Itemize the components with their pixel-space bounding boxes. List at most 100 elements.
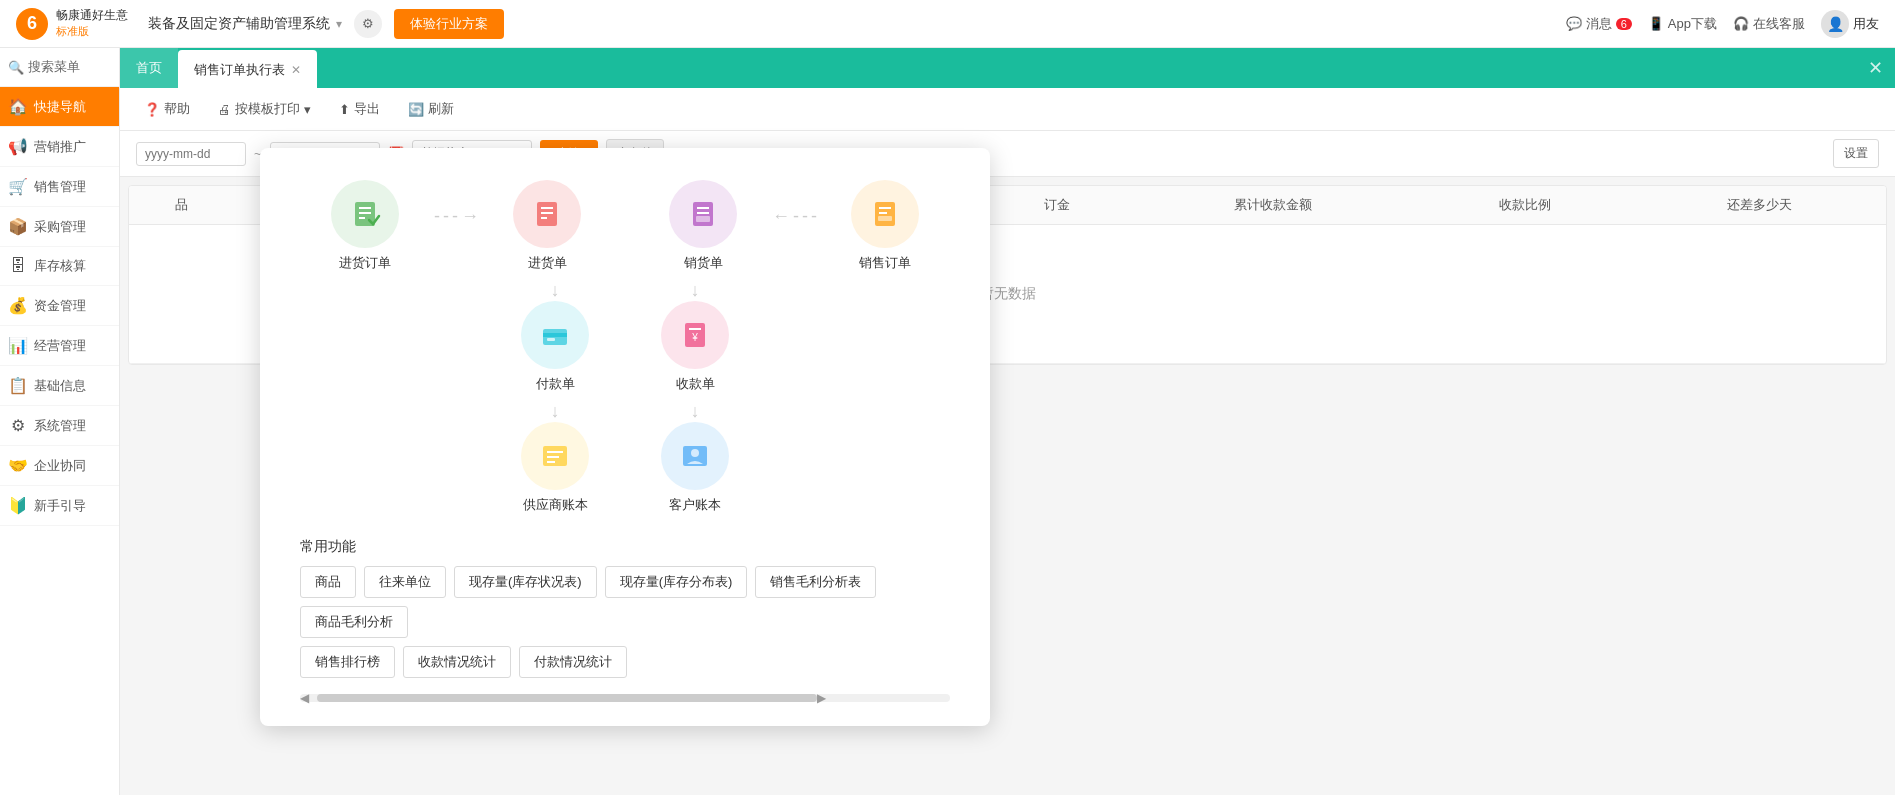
marketing-icon: 📢 — [8, 137, 28, 156]
scroll-left-icon[interactable]: ◀ — [300, 691, 309, 705]
arrow-h-2: ← - - - — [772, 206, 816, 247]
sidebar-item-system[interactable]: ⚙ 系统管理 — [0, 406, 119, 446]
sidebar-item-inventory[interactable]: 🗄 库存核算 — [0, 247, 119, 286]
sidebar-item-basic[interactable]: 📋 基础信息 — [0, 366, 119, 406]
system-name: 装备及固定资产辅助管理系统 ▾ — [148, 15, 342, 33]
sidebar-item-marketing[interactable]: 📢 营销推广 — [0, 127, 119, 167]
scroll-right-icon[interactable]: ▶ — [817, 691, 826, 705]
trial-button[interactable]: 体验行业方案 — [394, 9, 504, 39]
top-bar: 6 畅康通好生意 标准版 装备及固定资产辅助管理系统 ▾ ⚙ 体验行业方案 💬 … — [0, 0, 1895, 48]
func-btn-stock-status[interactable]: 现存量(库存状况表) — [454, 566, 597, 598]
enterprise-icon: 🤝 — [8, 456, 28, 475]
svg-rect-15 — [878, 216, 892, 221]
sidebar-item-quick-nav[interactable]: 🏠 快捷导航 — [0, 87, 119, 127]
workflow-row-5: 供应商账本 — [300, 422, 950, 514]
workflow-diagram: 进货订单 - - - → — [300, 180, 950, 522]
wf-node-sales-order[interactable]: 销售订单 — [820, 180, 950, 272]
app-container: 6 畅康通好生意 标准版 装备及固定资产辅助管理系统 ▾ ⚙ 体验行业方案 💬 … — [0, 0, 1895, 795]
func-btn-partners[interactable]: 往来单位 — [364, 566, 446, 598]
arrow-down-purchase: ↓ — [490, 280, 620, 301]
svg-point-27 — [691, 449, 699, 457]
sales-bill-label: 销货单 — [684, 254, 723, 272]
wf-node-supplier-account[interactable]: 供应商账本 — [490, 422, 620, 514]
payment-icon — [521, 301, 589, 369]
sidebar-item-enterprise[interactable]: 🤝 企业协同 — [0, 446, 119, 486]
sidebar-item-operations[interactable]: 📊 经营管理 — [0, 326, 119, 366]
guide-icon: 🔰 — [8, 496, 28, 515]
sidebar-item-purchase[interactable]: 📦 采购管理 — [0, 207, 119, 247]
download-icon: 📱 — [1648, 16, 1664, 31]
arrow-down-payment: ↓ — [490, 401, 620, 422]
wf-node-payment[interactable]: 付款单 — [490, 301, 620, 393]
system-icon: ⚙ — [8, 416, 28, 435]
supplier-account-label: 供应商账本 — [523, 496, 588, 514]
user-name: 用友 — [1853, 15, 1879, 33]
sidebar-search[interactable]: 🔍 搜索菜单 — [0, 48, 119, 87]
wf-node-purchase-bill[interactable]: 进货单 — [482, 180, 612, 272]
avatar: 👤 — [1821, 10, 1849, 38]
tab-close-icon[interactable]: ✕ — [291, 63, 301, 77]
operations-icon: 📊 — [8, 336, 28, 355]
brand-name: 畅康通好生意 — [56, 8, 128, 24]
func-btn-goods-profit[interactable]: 商品毛利分析 — [300, 606, 408, 638]
workflow-row-1: 进货订单 - - - → — [300, 180, 950, 272]
common-functions-section: 常用功能 商品 往来单位 现存量(库存状况表) 现存量(库存分布表) 销售毛利分… — [300, 538, 950, 678]
wf-node-receipt[interactable]: ¥ 收款单 — [630, 301, 760, 393]
sidebar-item-finance[interactable]: 💰 资金管理 — [0, 286, 119, 326]
brand-sub: 标准版 — [56, 24, 128, 39]
func-btn-goods[interactable]: 商品 — [300, 566, 356, 598]
modal-box: 进货订单 - - - → — [260, 148, 990, 726]
main-area: 🔍 搜索菜单 🏠 快捷导航 📢 营销推广 🛒 销售管理 📦 采购管理 🗄 — [0, 48, 1895, 795]
search-icon: 🔍 — [8, 60, 24, 75]
tab-home[interactable]: 首页 — [120, 48, 178, 88]
sales-order-icon — [851, 180, 919, 248]
receipt-icon: ¥ — [661, 301, 729, 369]
logo-icon: 6 — [16, 8, 48, 40]
arrow-h-1: - - - → — [434, 206, 478, 247]
wf-node-purchase-order[interactable]: 进货订单 — [300, 180, 430, 272]
tab-sales-order[interactable]: 销售订单执行表 ✕ — [178, 50, 317, 90]
inventory-icon: 🗄 — [8, 257, 28, 275]
settings-button[interactable]: ⚙ — [354, 10, 382, 38]
online-service-button[interactable]: 🎧 在线客服 — [1733, 15, 1805, 33]
basic-icon: 📋 — [8, 376, 28, 395]
close-all-tabs-button[interactable]: ✕ — [1868, 57, 1883, 79]
modal-overlay: 进货订单 - - - → — [120, 88, 1895, 795]
func-btn-receipt-stats[interactable]: 收款情况统计 — [403, 646, 511, 678]
message-badge: 6 — [1616, 18, 1632, 30]
message-button[interactable]: 💬 消息 6 — [1566, 15, 1632, 33]
sidebar-item-sales[interactable]: 🛒 销售管理 — [0, 167, 119, 207]
func-btn-payment-stats[interactable]: 付款情况统计 — [519, 646, 627, 678]
sidebar-item-guide[interactable]: 🔰 新手引导 — [0, 486, 119, 526]
func-btn-sales-profit[interactable]: 销售毛利分析表 — [755, 566, 876, 598]
customer-account-label: 客户账本 — [669, 496, 721, 514]
sales-bill-icon — [669, 180, 737, 248]
top-bar-right: 💬 消息 6 📱 App下载 🎧 在线客服 👤 用友 — [1566, 10, 1879, 38]
svg-rect-17 — [543, 333, 567, 337]
user-menu[interactable]: 👤 用友 — [1821, 10, 1879, 38]
finance-icon: 💰 — [8, 296, 28, 315]
purchase-bill-icon — [513, 180, 581, 248]
func-btns-row-1: 商品 往来单位 现存量(库存状况表) 现存量(库存分布表) 销售毛利分析表 商品… — [300, 566, 950, 638]
home-icon: 🏠 — [8, 97, 28, 116]
svg-rect-11 — [696, 216, 710, 222]
content-area: 首页 销售订单执行表 ✕ ✕ ❓ 帮助 🖨 — [120, 48, 1895, 795]
func-btn-stock-dist[interactable]: 现存量(库存分布表) — [605, 566, 748, 598]
wf-node-sales-bill[interactable]: 销货单 — [638, 180, 768, 272]
tab-bar: 首页 销售订单执行表 ✕ ✕ — [120, 48, 1895, 88]
app-download-button[interactable]: 📱 App下载 — [1648, 15, 1717, 33]
purchase-bill-label: 进货单 — [528, 254, 567, 272]
common-funcs-title: 常用功能 — [300, 538, 950, 556]
modal-scrollbar[interactable]: ◀ ▶ — [300, 694, 950, 702]
svg-text:¥: ¥ — [691, 332, 698, 343]
purchase-order-icon — [331, 180, 399, 248]
func-btn-sales-rank[interactable]: 销售排行榜 — [300, 646, 395, 678]
dropdown-arrow-icon[interactable]: ▾ — [336, 17, 342, 31]
wf-node-customer-account[interactable]: 客户账本 — [630, 422, 760, 514]
purchase-icon: 📦 — [8, 217, 28, 236]
arrow-down-sales: ↓ — [630, 280, 760, 301]
scrollbar-thumb[interactable] — [317, 694, 817, 702]
payment-label: 付款单 — [536, 375, 575, 393]
page-content: ❓ 帮助 🖨 按模板打印 ▾ ⬆ 导出 🔄 刷新 — [120, 88, 1895, 795]
customer-account-icon — [661, 422, 729, 490]
